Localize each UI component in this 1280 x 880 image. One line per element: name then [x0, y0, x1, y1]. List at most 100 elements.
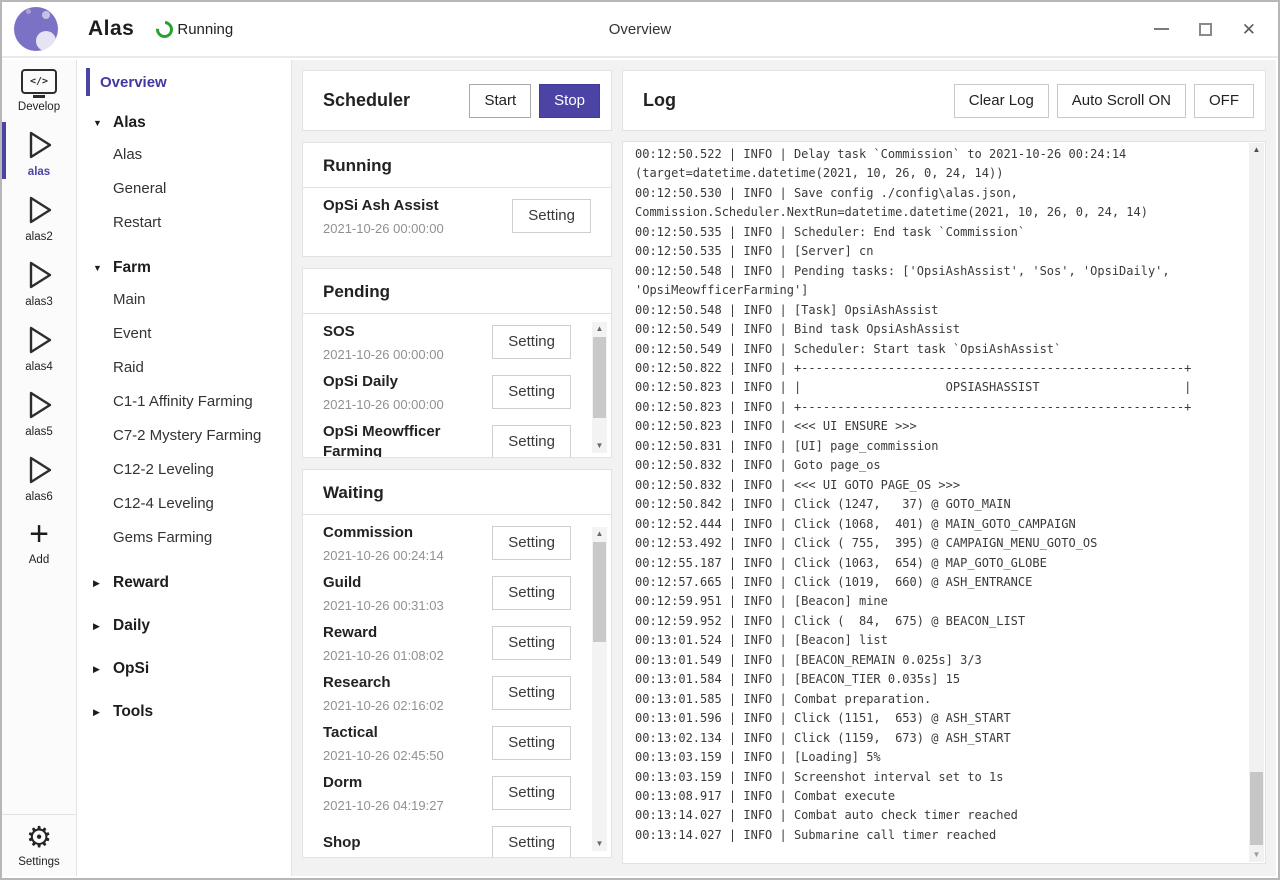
nav-group-label: Tools — [113, 703, 153, 721]
chevron-right-icon: ▶ — [93, 621, 103, 632]
nav-item-overview[interactable]: Overview — [86, 68, 291, 96]
scrollbar-thumb[interactable] — [593, 542, 606, 642]
log-line: 00:12:50.522 | INFO | Delay task `Commis… — [635, 145, 1239, 164]
log-line: 00:13:01.549 | INFO | [BEACON_REMAIN 0.0… — [635, 651, 1239, 670]
nav-item-event[interactable]: Event — [78, 317, 291, 351]
titlebar: Overview Alas Running ✕ — [2, 2, 1278, 58]
log-line: 00:12:53.492 | INFO | Click ( 755, 395) … — [635, 534, 1239, 553]
start-button[interactable]: Start — [469, 84, 531, 118]
nav-item-c1-1-affinity-farming[interactable]: C1-1 Affinity Farming — [78, 385, 291, 419]
nav-item-general[interactable]: General — [78, 172, 291, 206]
nav-item-gems-farming[interactable]: Gems Farming — [78, 521, 291, 555]
log-line: 00:13:14.027 | INFO | Combat auto check … — [635, 806, 1239, 825]
auto-scroll-on-button[interactable]: Auto Scroll ON — [1057, 84, 1186, 118]
scheduler-column: Scheduler Start Stop Running OpSi Ash As… — [302, 70, 612, 858]
nav-item-main[interactable]: Main — [78, 283, 291, 317]
log-output[interactable]: 00:12:50.522 | INFO | Delay task `Commis… — [635, 145, 1239, 860]
setting-button[interactable]: Setting — [492, 375, 571, 409]
nav-group-header-tools[interactable]: ▶ Tools — [78, 697, 291, 727]
task-name: SOS — [323, 322, 484, 342]
rail-item-alas3[interactable]: alas3 — [2, 248, 76, 313]
rail-item-label: Add — [29, 554, 49, 566]
waiting-title: Waiting — [323, 483, 591, 503]
task-row: OpSi Ash Assist 2021-10-26 00:00:00 Sett… — [323, 190, 591, 240]
task-row: SOS 2021-10-26 00:00:00 Setting — [323, 316, 571, 366]
setting-button[interactable]: Setting — [492, 776, 571, 810]
play-icon — [21, 127, 57, 163]
task-row: Tactical 2021-10-26 02:45:50 Setting — [323, 717, 571, 767]
log-header-panel: Log Clear Log Auto Scroll ON OFF — [622, 70, 1266, 131]
scroll-up-icon[interactable]: ▲ — [592, 527, 607, 541]
log-line: 00:12:50.842 | INFO | Click (1247, 37) @… — [635, 495, 1239, 514]
maximize-icon[interactable] — [1199, 23, 1212, 36]
scrollbar-thumb[interactable] — [593, 337, 606, 418]
log-scrollbar[interactable]: ▲ ▼ — [1249, 143, 1264, 862]
log-line: 00:12:59.951 | INFO | [Beacon] mine — [635, 592, 1239, 611]
minimize-icon[interactable] — [1154, 28, 1169, 30]
task-name: OpSi Ash Assist — [323, 196, 504, 216]
nav-group-label: Alas — [113, 114, 146, 132]
setting-button[interactable]: Setting — [492, 676, 571, 710]
setting-button[interactable]: Setting — [492, 325, 571, 359]
setting-button[interactable]: Setting — [492, 425, 571, 458]
setting-button[interactable]: Setting — [492, 526, 571, 560]
scroll-up-icon[interactable]: ▲ — [592, 322, 607, 336]
nav-item-c7-2-mystery-farming[interactable]: C7-2 Mystery Farming — [78, 419, 291, 453]
stop-button[interactable]: Stop — [539, 84, 600, 118]
develop-icon: </> — [21, 69, 57, 98]
rail-item-develop[interactable]: </> Develop — [2, 60, 76, 118]
setting-button[interactable]: Setting — [512, 199, 591, 233]
scroll-down-icon[interactable]: ▼ — [592, 837, 607, 851]
running-panel: Running OpSi Ash Assist 2021-10-26 00:00… — [302, 142, 612, 257]
setting-button[interactable]: Setting — [492, 626, 571, 660]
waiting-scrollbar[interactable]: ▲ ▼ — [592, 527, 607, 851]
pending-scrollbar[interactable]: ▲ ▼ — [592, 322, 607, 453]
scrollbar-thumb[interactable] — [1250, 772, 1263, 845]
nav-group-label: Farm — [113, 259, 151, 277]
nav-group-opsi: ▶ OpSi — [78, 654, 291, 684]
play-icon — [21, 257, 57, 293]
nav-group-header-reward[interactable]: ▶ Reward — [78, 568, 291, 598]
log-line: 00:12:52.444 | INFO | Click (1068, 401) … — [635, 515, 1239, 534]
nav-item-c12-2-leveling[interactable]: C12-2 Leveling — [78, 453, 291, 487]
rail-item-settings[interactable]: ⚙ Settings — [2, 814, 76, 876]
nav-menu: Overview ▼ Alas Alas General Restart ▼ F… — [78, 60, 292, 876]
close-icon[interactable]: ✕ — [1242, 23, 1256, 36]
log-line: 00:12:59.952 | INFO | Click ( 84, 675) @… — [635, 612, 1239, 631]
rail-item-alas2[interactable]: alas2 — [2, 183, 76, 248]
scroll-down-icon[interactable]: ▼ — [592, 439, 607, 453]
task-row: Research 2021-10-26 02:16:02 Setting — [323, 667, 571, 717]
nav-item-raid[interactable]: Raid — [78, 351, 291, 385]
setting-button[interactable]: Setting — [492, 826, 571, 858]
task-next-run: 2021-10-26 00:00:00 — [323, 221, 504, 236]
nav-item-alas[interactable]: Alas — [78, 138, 291, 172]
log-line: (target=datetime.datetime(2021, 10, 26, … — [635, 164, 1239, 183]
rail-item-add[interactable]: + Add — [2, 508, 76, 571]
log-line: 00:12:50.549 | INFO | Bind task OpsiAshA… — [635, 320, 1239, 339]
scroll-up-icon[interactable]: ▲ — [1249, 143, 1264, 157]
nav-group-header-daily[interactable]: ▶ Daily — [78, 611, 291, 641]
scroll-down-icon[interactable]: ▼ — [1249, 848, 1264, 862]
nav-item-restart[interactable]: Restart — [78, 206, 291, 240]
nav-group-tools: ▶ Tools — [78, 697, 291, 727]
nav-item-c12-4-leveling[interactable]: C12-4 Leveling — [78, 487, 291, 521]
setting-button[interactable]: Setting — [492, 576, 571, 610]
auto-scroll-off-button[interactable]: OFF — [1194, 84, 1254, 118]
nav-group-daily: ▶ Daily — [78, 611, 291, 641]
nav-group-header-alas[interactable]: ▼ Alas — [78, 108, 291, 138]
log-line: 00:12:50.549 | INFO | Scheduler: Start t… — [635, 340, 1239, 359]
rail-item-alas5[interactable]: alas5 — [2, 378, 76, 443]
clear-log-button[interactable]: Clear Log — [954, 84, 1049, 118]
rail-item-alas6[interactable]: alas6 — [2, 443, 76, 508]
alas-logo-icon — [14, 7, 58, 51]
setting-button[interactable]: Setting — [492, 726, 571, 760]
rail-item-label: alas5 — [25, 426, 53, 438]
task-next-run: 2021-10-26 00:00:00 — [323, 397, 484, 412]
log-panel: 00:12:50.522 | INFO | Delay task `Commis… — [622, 141, 1266, 864]
log-line: 00:12:50.535 | INFO | [Server] cn — [635, 242, 1239, 261]
nav-group-header-opsi[interactable]: ▶ OpSi — [78, 654, 291, 684]
rail-item-alas[interactable]: alas — [2, 118, 76, 183]
rail-item-alas4[interactable]: alas4 — [2, 313, 76, 378]
chevron-right-icon: ▶ — [93, 664, 103, 675]
nav-group-header-farm[interactable]: ▼ Farm — [78, 253, 291, 283]
